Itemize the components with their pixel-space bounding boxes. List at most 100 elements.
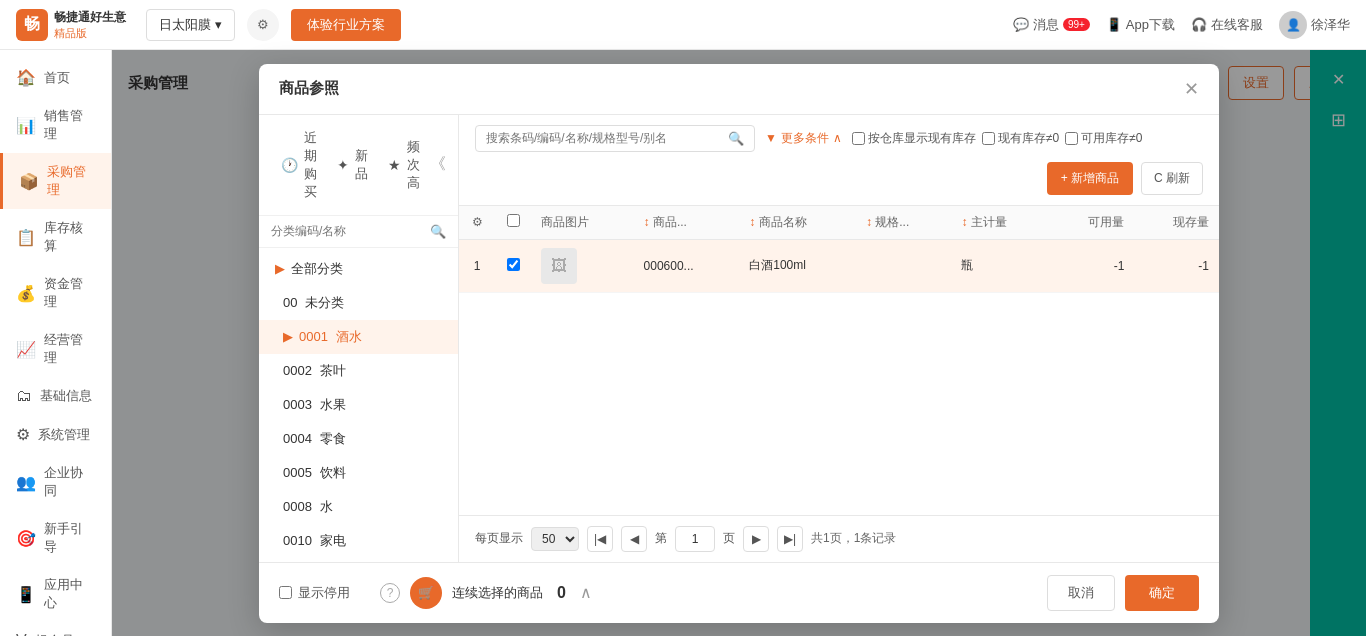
row-unit: 瓶 <box>951 239 1050 292</box>
checkbox-by-warehouse[interactable]: 按仓库显示现有库存 <box>852 130 976 147</box>
nav-right: 💬 消息 99+ 📱 App下载 🎧 在线客服 👤 徐泽华 <box>1013 11 1350 39</box>
col-img: 商品图片 <box>531 206 634 240</box>
col-stock: 现存量 <box>1134 206 1219 240</box>
modal-close-button[interactable]: ✕ <box>1184 78 1199 100</box>
sidebar-item-appcenter[interactable]: 📱 应用中心 <box>0 566 111 622</box>
next-page-button[interactable]: ▶ <box>743 526 769 552</box>
checkbox-nonzero-available[interactable]: 可用库存≠0 <box>1065 130 1142 147</box>
add-product-button[interactable]: + 新增商品 <box>1047 162 1133 195</box>
cat-item-0004[interactable]: 0004 零食 <box>259 422 458 456</box>
page-label: 第 <box>655 530 667 547</box>
filter-checkboxes: 按仓库显示现有库存 现有库存≠0 可用库存≠0 <box>852 130 1143 147</box>
last-page-button[interactable]: ▶| <box>777 526 803 552</box>
sidebar-item-guide[interactable]: 🎯 新手引导 <box>0 510 111 566</box>
tab-new-product[interactable]: ✦ 新品 <box>327 141 378 189</box>
online-service-item[interactable]: 🎧 在线客服 <box>1191 16 1263 34</box>
row-select-checkbox[interactable] <box>507 258 520 271</box>
chevron-up-icon: ∧ <box>833 131 842 145</box>
sidebar-item-home[interactable]: 🏠 首页 <box>0 58 111 97</box>
logo-icon: 畅 <box>16 9 48 41</box>
show-disabled-checkbox[interactable] <box>279 586 292 599</box>
system-icon: ⚙ <box>16 425 30 444</box>
user-profile[interactable]: 👤 徐泽华 <box>1279 11 1350 39</box>
tab-frequent[interactable]: ★ 频次高 <box>378 132 430 198</box>
show-disabled-area: 显示停用 <box>279 584 350 602</box>
col-available: 可用量 <box>1050 206 1134 240</box>
sidebar-item-operations[interactable]: 📈 经营管理 <box>0 321 111 377</box>
category-search-area: 🔍 <box>259 216 458 248</box>
cat-item-0003[interactable]: 0003 水果 <box>259 388 458 422</box>
modal-footer: 显示停用 ? 🛒 连续选择的商品 0 ∧ 取消 确定 <box>259 562 1219 623</box>
cat-item-0005[interactable]: 0005 饮料 <box>259 456 458 490</box>
collapse-panel-button[interactable]: 《 <box>430 154 446 175</box>
app-download-item[interactable]: 📱 App下载 <box>1106 16 1175 34</box>
nonzero-available-checkbox[interactable] <box>1065 132 1078 145</box>
cart-label: 连续选择的商品 <box>452 584 543 602</box>
sidebar-item-sales[interactable]: 📊 销售管理 <box>0 97 111 153</box>
product-image: 🖼 <box>541 248 577 284</box>
sidebar-item-inventory[interactable]: 📋 库存核算 <box>0 209 111 265</box>
table-row[interactable]: 1 🖼 000600... 白酒100ml <box>459 239 1219 292</box>
product-search-icon[interactable]: 🔍 <box>728 131 744 146</box>
product-table: ⚙ 商品图片 ↕ 商品... <box>459 206 1219 293</box>
trial-button[interactable]: 体验行业方案 <box>291 9 401 41</box>
category-search-icon[interactable]: 🔍 <box>430 224 446 239</box>
col-name: ↕ 商品名称 <box>739 206 856 240</box>
product-search-input[interactable] <box>486 131 722 145</box>
first-page-button[interactable]: |◀ <box>587 526 613 552</box>
cat-item-0002[interactable]: 0002 茶叶 <box>259 354 458 388</box>
cancel-button[interactable]: 取消 <box>1047 575 1115 611</box>
sidebar-item-base-info[interactable]: 🗂 基础信息 <box>0 377 111 415</box>
inventory-icon: 📋 <box>16 228 36 247</box>
footer-cart-area: ? 🛒 连续选择的商品 0 ∧ <box>380 577 592 609</box>
sort-icon-spec: ↕ <box>866 215 872 229</box>
tab-recent-purchase[interactable]: 🕐 近期购买 <box>271 123 327 207</box>
nav-selector[interactable]: 日太阳膜 ▾ <box>146 9 235 41</box>
phone-icon: 📱 <box>1106 17 1122 32</box>
category-panel: 🕐 近期购买 ✦ 新品 ★ 频次高 《 <box>259 115 459 562</box>
sidebar-item-finance[interactable]: 💰 资金管理 <box>0 265 111 321</box>
by-warehouse-checkbox[interactable] <box>852 132 865 145</box>
footer-collapse-icon[interactable]: ∧ <box>580 583 592 602</box>
nonzero-stock-checkbox[interactable] <box>982 132 995 145</box>
message-nav-item[interactable]: 💬 消息 99+ <box>1013 16 1090 34</box>
help-icon[interactable]: ? <box>380 583 400 603</box>
cat-item-00[interactable]: 00 未分类 <box>259 286 458 320</box>
row-code: 000600... <box>634 239 740 292</box>
finance-icon: 💰 <box>16 284 36 303</box>
appcenter-icon: 📱 <box>16 585 36 604</box>
cat-item-0008[interactable]: 0008 水 <box>259 490 458 524</box>
select-all-checkbox[interactable] <box>507 214 520 227</box>
sidebar-item-purchase[interactable]: 📦 采购管理 <box>0 153 111 209</box>
sidebar-item-vip[interactable]: V 畅会员 <box>0 622 111 636</box>
col-settings[interactable]: ⚙ <box>459 206 495 240</box>
prev-page-button[interactable]: ◀ <box>621 526 647 552</box>
cat-item-0010[interactable]: 0010 家电 <box>259 524 458 558</box>
col-unit: ↕ 主计量 <box>951 206 1050 240</box>
checkbox-nonzero-stock[interactable]: 现有库存≠0 <box>982 130 1059 147</box>
cat-item-0001[interactable]: ▶ 0001 酒水 <box>259 320 458 354</box>
product-search-box: 🔍 <box>475 125 755 152</box>
selected-count: 0 <box>557 584 566 602</box>
category-search-input[interactable] <box>271 224 424 238</box>
sidebar-item-system[interactable]: ⚙ 系统管理 <box>0 415 111 454</box>
guide-icon: 🎯 <box>16 529 36 548</box>
more-filter-button[interactable]: ▼ 更多条件 ∧ <box>765 130 842 147</box>
cat-arrow-icon: ▶ <box>275 261 285 276</box>
gear-button[interactable]: ⚙ <box>247 9 279 41</box>
confirm-button[interactable]: 确定 <box>1125 575 1199 611</box>
cart-button[interactable]: 🛒 <box>410 577 442 609</box>
home-icon: 🏠 <box>16 68 36 87</box>
refresh-button[interactable]: C 刷新 <box>1141 162 1203 195</box>
page-number-input[interactable] <box>675 526 715 552</box>
product-toolbar: 🔍 ▼ 更多条件 ∧ 按仓库显示现有库存 <box>459 115 1219 206</box>
notification-badge: 99+ <box>1063 18 1090 31</box>
sidebar-item-enterprise[interactable]: 👥 企业协同 <box>0 454 111 510</box>
cat-item-all[interactable]: ▶ 全部分类 <box>259 252 458 286</box>
chevron-down-icon: ▾ <box>215 17 222 32</box>
filter-icon: ▼ <box>765 131 777 145</box>
baseinfo-icon: 🗂 <box>16 387 32 405</box>
row-num: 1 <box>459 239 495 292</box>
row-checkbox <box>495 239 531 292</box>
per-page-select[interactable]: 50 <box>531 527 579 551</box>
